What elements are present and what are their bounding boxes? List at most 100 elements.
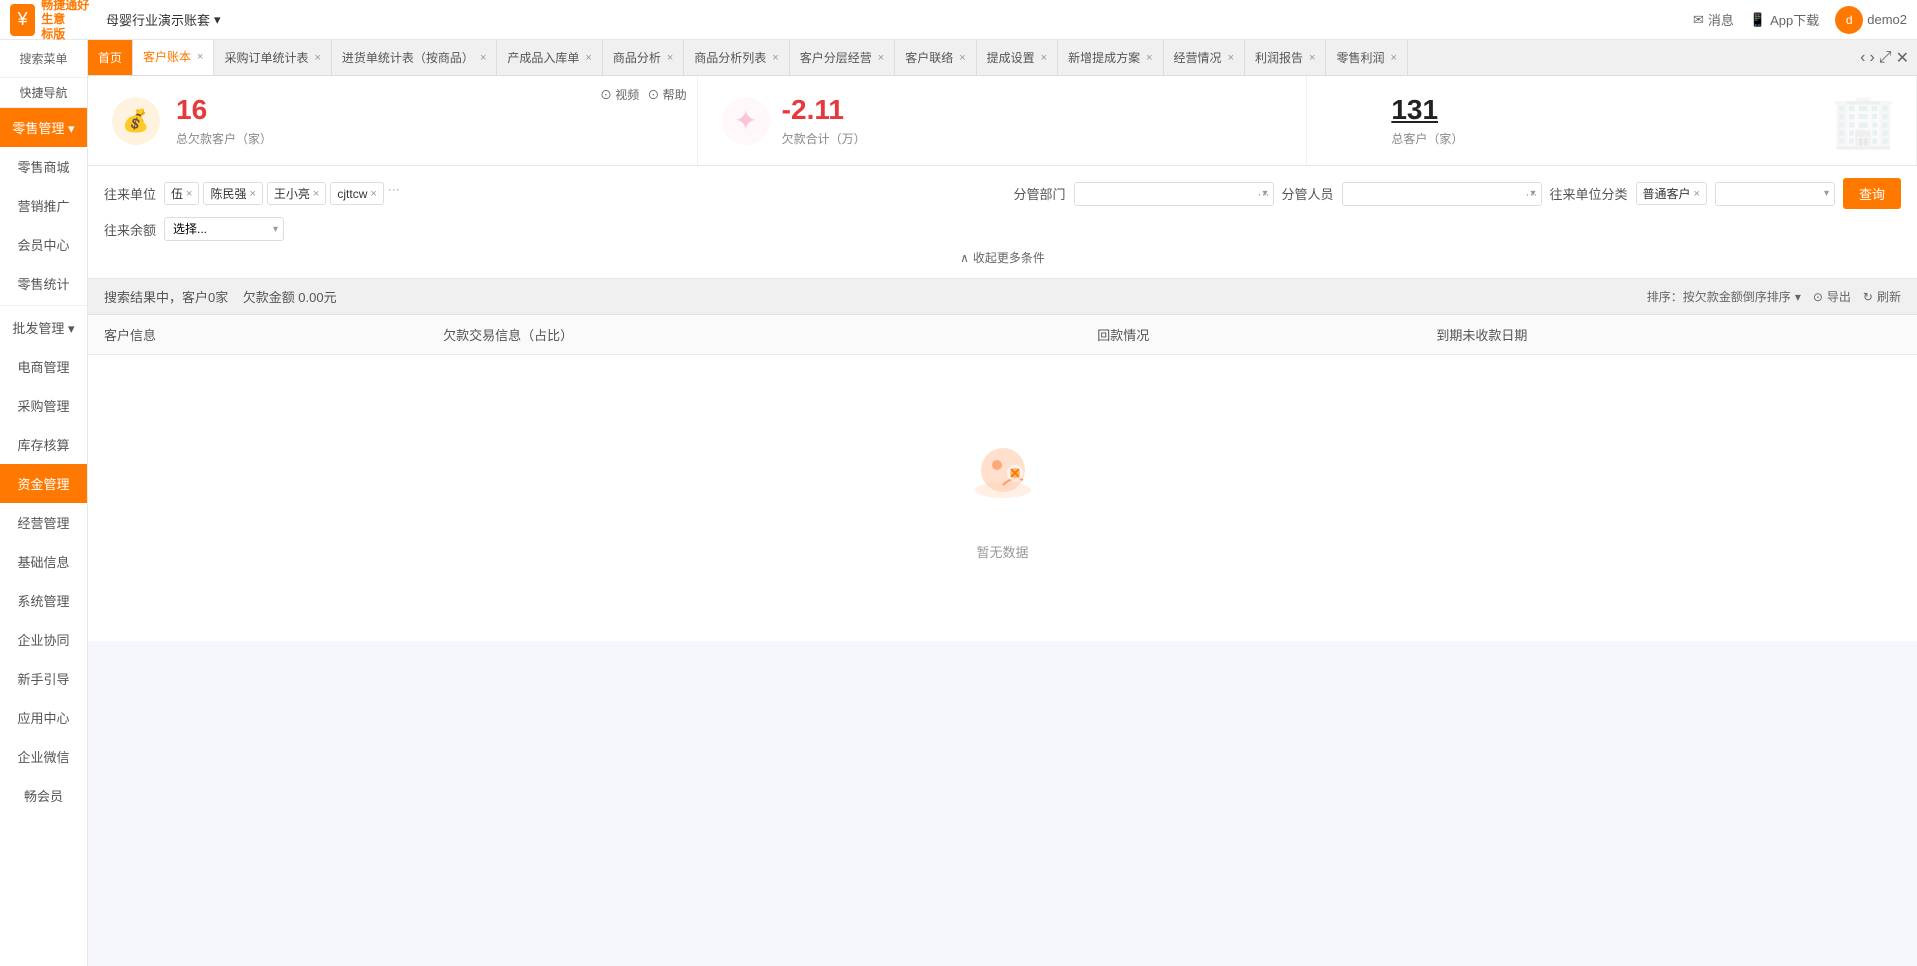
sort-selector[interactable]: 排序：按欠款金额倒序排序 ▾ (1647, 288, 1801, 305)
tab-purchase-stats[interactable]: 采购订单统计表 × (214, 40, 331, 76)
logo-icon: ¥ (10, 4, 35, 36)
tab-customer-segment[interactable]: 客户分层经营 × (790, 40, 895, 76)
tab-goods-stats-label: 进货单统计表（按商品） (342, 49, 474, 66)
filter-tag-cjttcw: cjttcw × (330, 182, 383, 205)
sidebar-item-basic-info[interactable]: 基础信息 (0, 542, 87, 581)
tab-goods-analysis-list-label: 商品分析列表 (694, 49, 766, 66)
dept-input[interactable] (1074, 182, 1274, 206)
stat-main-2: -2.11 欠款合计（万） (782, 94, 866, 147)
tab-goods-analysis-list[interactable]: 商品分析列表 × (684, 40, 789, 76)
sidebar-item-ecommerce[interactable]: 电商管理 (0, 347, 87, 386)
stat-debt-amount: ✦ -2.11 欠款合计（万） (698, 76, 1308, 165)
sidebar-search[interactable]: 搜索菜单 (0, 40, 87, 78)
top-bar-left: ¥ 畅捷通好生意 标版 母婴行业演示账套 ▾ (10, 0, 221, 41)
tab-retail-profit-label: 零售利润 (1336, 49, 1384, 66)
top-bar: ¥ 畅捷通好生意 标版 母婴行业演示账套 ▾ ✉ 消息 📱 App下载 d de… (0, 0, 1917, 40)
col-debt-info: 欠款交易信息（占比） (427, 315, 1081, 355)
sidebar-item-wholesale[interactable]: 批发管理 ▾ (0, 308, 87, 347)
tab-operations[interactable]: 经营情况 × (1164, 40, 1245, 76)
sidebar-item-purchase[interactable]: 采购管理 (0, 386, 87, 425)
tab-home[interactable]: 首页 (88, 40, 133, 76)
query-button[interactable]: 查询 (1843, 178, 1901, 209)
tab-controls: ‹ › ⤢ ✕ (1852, 48, 1917, 68)
remove-wu-icon[interactable]: × (186, 188, 192, 200)
stat-value-customers: 16 (176, 94, 272, 126)
sidebar-item-vip[interactable]: 畅会员 (0, 776, 87, 815)
help-link[interactable]: ⊙ 帮助 (647, 86, 686, 103)
remove-chen-icon[interactable]: × (249, 188, 255, 200)
table-header-row: 客户信息 欠款交易信息（占比） 回款情况 到期未收款日期 (88, 315, 1917, 355)
store-selector[interactable]: 母婴行业演示账套 ▾ (106, 10, 221, 29)
message-icon: ✉ (1693, 12, 1704, 28)
remove-wang-icon[interactable]: × (313, 188, 319, 200)
tab-close-all-icon[interactable]: ✕ (1896, 48, 1909, 68)
tab-product-inbound-label: 产成品入库单 (507, 49, 579, 66)
more-tags-btn[interactable]: ··· (388, 182, 400, 205)
remove-cjttcw-icon[interactable]: × (370, 188, 376, 200)
tab-expand-icon[interactable]: ⤢ (1879, 49, 1892, 67)
balance-select-wrap: 选择... (164, 217, 284, 241)
export-icon: ⊙ (1813, 290, 1823, 304)
sidebar-quick-nav[interactable]: 快捷导航 (0, 78, 87, 108)
sidebar-item-member[interactable]: 会员中心 (0, 225, 87, 264)
tab-close-icon-4[interactable]: × (585, 52, 591, 64)
stat-main-1: 16 总欠款客户（家） (176, 94, 272, 147)
tab-close-icon-8[interactable]: × (959, 52, 965, 64)
tab-close-icon-12[interactable]: × (1309, 52, 1315, 64)
sidebar-item-retail-mall[interactable]: 零售商城 (0, 147, 87, 186)
result-bar: 搜索结果中，客户0家 欠款金额 0.00元 排序：按欠款金额倒序排序 ▾ ⊙ 导… (88, 279, 1917, 315)
tab-prev-icon[interactable]: ‹ (1860, 49, 1865, 67)
tab-close-icon-6[interactable]: × (772, 52, 778, 64)
tab-customer-contact[interactable]: 客户联络 × (895, 40, 976, 76)
tab-close-icon-11[interactable]: × (1228, 52, 1234, 64)
balance-select[interactable]: 选择... (164, 217, 284, 241)
tab-close-icon-3[interactable]: × (480, 52, 486, 64)
message-link[interactable]: ✉ 消息 (1693, 10, 1734, 29)
refresh-btn[interactable]: ↻ 刷新 (1863, 288, 1901, 305)
tab-next-icon[interactable]: › (1869, 49, 1874, 67)
sidebar-item-wechat[interactable]: 企业微信 (0, 737, 87, 776)
sidebar-item-retail-mgmt[interactable]: 零售管理 ▾ (0, 108, 87, 147)
tab-close-icon-7[interactable]: × (878, 52, 884, 64)
logo-text: 畅捷通好生意 标版 (41, 0, 98, 41)
empty-state: 暂无数据 (88, 355, 1917, 641)
person-input[interactable] (1342, 182, 1542, 206)
sort-chevron-icon: ▾ (1795, 290, 1801, 304)
sidebar-item-inventory[interactable]: 库存核算 (0, 425, 87, 464)
export-btn[interactable]: ⊙ 导出 (1813, 288, 1851, 305)
app-download-link[interactable]: 📱 App下载 (1750, 10, 1819, 29)
tab-goods-stats[interactable]: 进货单统计表（按商品） × (332, 40, 497, 76)
tab-commission-settings[interactable]: 提成设置 × (977, 40, 1058, 76)
video-link[interactable]: ⊙ 视频 (600, 86, 639, 103)
tab-new-commission[interactable]: 新增提成方案 × (1058, 40, 1163, 76)
unit-filter-tags: 伍 × 陈民强 × 王小亮 × cjttcw × (164, 182, 1005, 205)
tab-close-icon[interactable]: × (197, 51, 203, 63)
tab-close-icon-2[interactable]: × (314, 52, 320, 64)
tab-close-icon-9[interactable]: × (1041, 52, 1047, 64)
stat-label-total: 总客户（家） (1391, 130, 1463, 147)
tab-goods-analysis[interactable]: 商品分析 × (603, 40, 684, 76)
unit-class-select[interactable] (1715, 182, 1835, 206)
tab-close-icon-10[interactable]: × (1146, 52, 1152, 64)
tab-retail-profit[interactable]: 零售利润 × (1326, 40, 1407, 76)
tab-profit-report[interactable]: 利润报告 × (1245, 40, 1326, 76)
tab-close-icon-13[interactable]: × (1390, 52, 1396, 64)
tab-customer-segment-label: 客户分层经营 (800, 49, 872, 66)
tab-customer-ledger[interactable]: 客户账本 × (133, 40, 214, 76)
collapse-chevron-icon: ∧ (960, 251, 969, 265)
stat-icon-money: 💰 (112, 97, 160, 145)
sidebar-item-finance[interactable]: 资金管理 (0, 464, 87, 503)
collapse-btn[interactable]: ∧ 收起更多条件 (960, 249, 1045, 266)
sidebar-item-operations[interactable]: 经营管理 (0, 503, 87, 542)
sidebar-item-marketing[interactable]: 营销推广 (0, 186, 87, 225)
remove-normal-customer-icon[interactable]: × (1694, 188, 1700, 200)
sidebar-item-app-center[interactable]: 应用中心 (0, 698, 87, 737)
tab-close-icon-5[interactable]: × (667, 52, 673, 64)
sidebar-item-enterprise-collab[interactable]: 企业协同 (0, 620, 87, 659)
tab-product-inbound[interactable]: 产成品入库单 × (497, 40, 602, 76)
sidebar-item-new-guide[interactable]: 新手引导 (0, 659, 87, 698)
user-avatar[interactable]: d demo2 (1835, 6, 1907, 34)
unit-class-tags: 普通客户 × (1636, 182, 1707, 205)
sidebar-item-retail-stats[interactable]: 零售统计 (0, 264, 87, 303)
sidebar-item-system[interactable]: 系统管理 (0, 581, 87, 620)
